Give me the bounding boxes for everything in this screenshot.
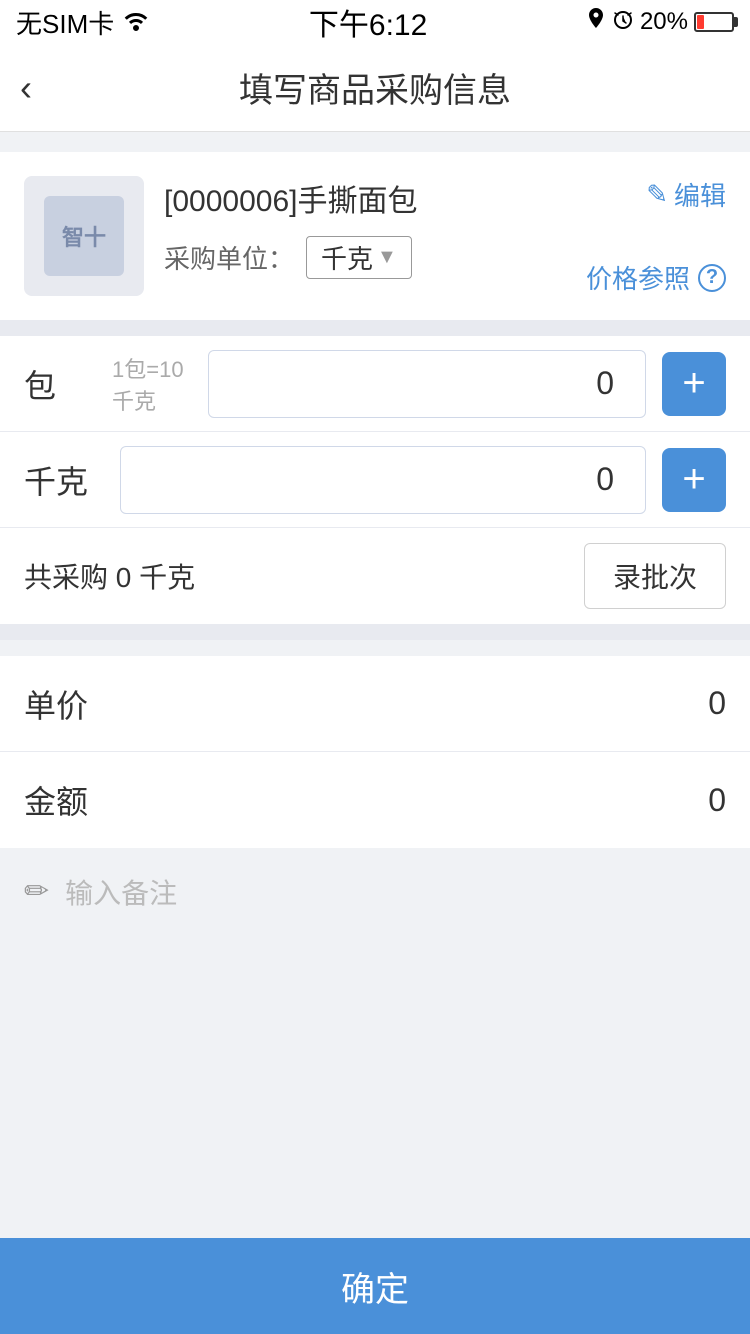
bag-sub-label: 1包=10千克 bbox=[112, 352, 192, 416]
kg-input[interactable] bbox=[120, 446, 646, 514]
summary-amount: 0 bbox=[116, 562, 132, 593]
kg-label: 千克 bbox=[24, 457, 104, 503]
amount-row: 金额 0 bbox=[0, 752, 750, 848]
alarm-icon bbox=[612, 8, 634, 37]
unit-price-label: 单价 bbox=[24, 681, 88, 727]
amount-label: 金额 bbox=[24, 777, 88, 823]
bag-input[interactable] bbox=[208, 350, 646, 418]
batch-button[interactable]: 录批次 bbox=[584, 543, 726, 609]
product-card: 智十 [0000006]手撕面包 采购单位： 千克 ▼ ✎ 编辑 价格参照 ? bbox=[0, 152, 750, 320]
unit-label: 采购单位： bbox=[164, 239, 294, 276]
info-icon: ? bbox=[698, 264, 726, 292]
price-reference-button[interactable]: 价格参照 ? bbox=[586, 259, 726, 296]
status-bar: 无SIM卡 下午6:12 20% bbox=[0, 0, 750, 44]
status-left: 无SIM卡 bbox=[16, 4, 150, 41]
kg-plus-button[interactable]: + bbox=[662, 448, 726, 512]
status-time: 下午6:12 bbox=[309, 0, 427, 44]
unit-selector[interactable]: 千克 ▼ bbox=[306, 236, 412, 279]
unit-price-value: 0 bbox=[708, 685, 726, 722]
bag-plus-button[interactable]: + bbox=[662, 352, 726, 416]
pencil-icon: ✏ bbox=[24, 874, 49, 909]
price-section: 单价 0 金额 0 bbox=[0, 656, 750, 848]
status-right: 20% bbox=[586, 8, 734, 37]
page-title: 填写商品采购信息 bbox=[239, 63, 511, 112]
summary-text: 共采购 0 千克 bbox=[24, 556, 195, 596]
divider-1 bbox=[0, 320, 750, 336]
quantity-section: 包 1包=10千克 + 千克 + bbox=[0, 336, 750, 528]
remark-placeholder: 输入备注 bbox=[65, 872, 177, 912]
carrier-label: 无SIM卡 bbox=[16, 4, 114, 41]
battery-icon bbox=[694, 12, 734, 32]
wifi-icon bbox=[122, 7, 150, 38]
amount-value: 0 bbox=[708, 782, 726, 819]
remark-section[interactable]: ✏ 输入备注 bbox=[0, 848, 750, 1008]
nav-bar: ‹ 填写商品采购信息 bbox=[0, 44, 750, 132]
product-thumb-logo: 智十 bbox=[44, 196, 124, 276]
battery-percent: 20% bbox=[640, 8, 688, 36]
bag-row: 包 1包=10千克 + bbox=[0, 336, 750, 432]
product-thumbnail: 智十 bbox=[24, 176, 144, 296]
unit-price-row: 单价 0 bbox=[0, 656, 750, 752]
location-icon bbox=[586, 8, 606, 37]
kg-row: 千克 + bbox=[0, 432, 750, 528]
confirm-button[interactable]: 确定 bbox=[0, 1238, 750, 1334]
edit-button[interactable]: ✎ 编辑 bbox=[646, 176, 726, 213]
divider-2 bbox=[0, 624, 750, 640]
back-button[interactable]: ‹ bbox=[20, 67, 32, 109]
dropdown-arrow-icon: ▼ bbox=[377, 246, 397, 269]
product-name: [0000006]手撕面包 bbox=[164, 176, 726, 220]
edit-icon: ✎ bbox=[646, 179, 668, 210]
summary-row: 共采购 0 千克 录批次 bbox=[0, 528, 750, 624]
bag-label: 包 bbox=[24, 361, 104, 407]
